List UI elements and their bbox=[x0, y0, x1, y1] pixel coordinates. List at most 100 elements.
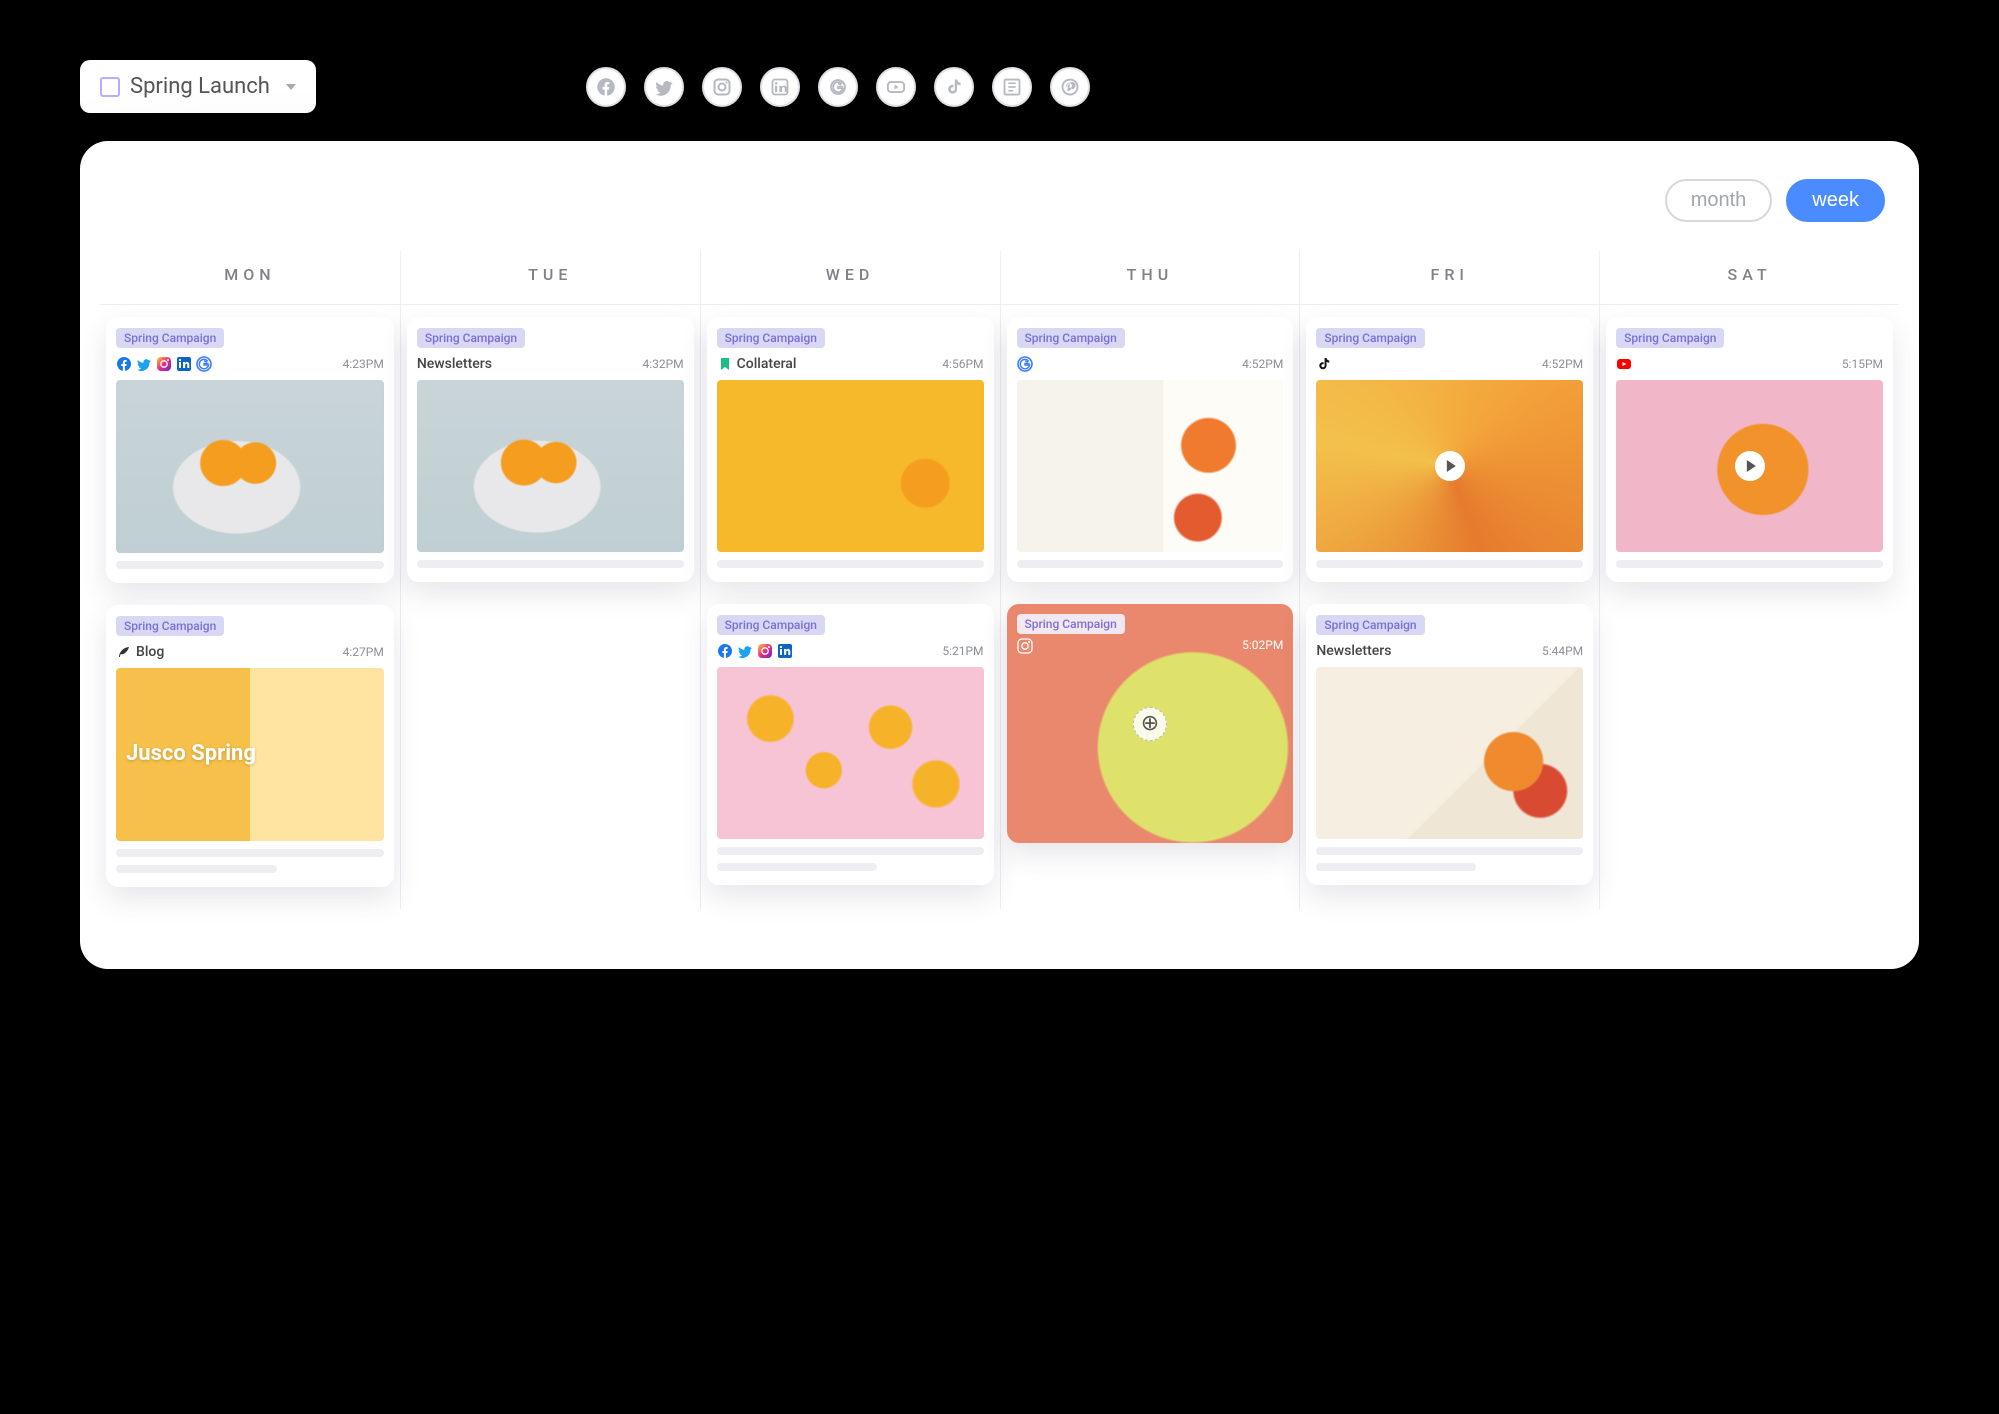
channel-icons bbox=[717, 643, 793, 659]
channel-icons bbox=[1017, 356, 1033, 372]
text-placeholder bbox=[717, 863, 877, 871]
day-column-sat: SAT Spring Campaign 5:15PM bbox=[1599, 251, 1899, 909]
view-week-button[interactable]: week bbox=[1786, 179, 1885, 222]
google-icon[interactable] bbox=[818, 67, 858, 107]
day-heading: FRI bbox=[1300, 251, 1599, 305]
campaign-tag: Spring Campaign bbox=[1017, 328, 1125, 348]
post-time: 4:56PM bbox=[942, 357, 983, 371]
day-column-tue: TUE Spring Campaign Newsletters 4:32PM bbox=[400, 251, 700, 909]
post-card[interactable]: Spring Campaign 4:52PM bbox=[1306, 317, 1593, 582]
post-thumbnail bbox=[417, 380, 684, 552]
text-placeholder bbox=[116, 849, 384, 857]
text-placeholder bbox=[116, 561, 384, 569]
twitter-icon bbox=[737, 643, 753, 659]
post-card[interactable]: Spring Campaign 5:02PM ⊕ bbox=[1007, 604, 1294, 843]
campaign-tag: Spring Campaign bbox=[116, 616, 224, 636]
post-thumbnail bbox=[1316, 667, 1583, 839]
google-icon bbox=[196, 356, 212, 372]
post-thumbnail bbox=[1017, 380, 1284, 552]
project-name: Spring Launch bbox=[130, 74, 270, 99]
post-card[interactable]: Spring Campaign 4:52PM bbox=[1007, 317, 1294, 582]
linkedin-icon[interactable] bbox=[760, 67, 800, 107]
tiktok-icon[interactable] bbox=[934, 67, 974, 107]
campaign-tag: Spring Campaign bbox=[1616, 328, 1724, 348]
post-thumbnail: Jusco Spring bbox=[116, 668, 384, 841]
post-label: Collateral bbox=[737, 356, 797, 372]
day-column-mon: MON Spring Campaign 4:23PM S bbox=[100, 251, 400, 909]
text-placeholder bbox=[1616, 560, 1883, 568]
channel-icons bbox=[116, 356, 212, 372]
facebook-icon[interactable] bbox=[586, 67, 626, 107]
day-column-fri: FRI Spring Campaign 4:52PM Spring Campai… bbox=[1299, 251, 1599, 909]
view-toggle: month week bbox=[1665, 179, 1885, 222]
instagram-icon bbox=[156, 356, 172, 372]
post-card[interactable]: Spring Campaign Collateral 4:56PM bbox=[707, 317, 994, 582]
thumbnail-caption: Jusco Spring bbox=[126, 742, 256, 766]
campaign-tag: Spring Campaign bbox=[1316, 328, 1424, 348]
calendar-board: month week MON Spring Campaign 4:23PM bbox=[80, 141, 1919, 969]
post-time: 4:52PM bbox=[1242, 357, 1283, 371]
day-heading: TUE bbox=[401, 251, 700, 305]
campaign-tag: Spring Campaign bbox=[717, 615, 825, 635]
bookmark-icon bbox=[717, 356, 733, 372]
post-thumbnail bbox=[1316, 380, 1583, 552]
instagram-icon bbox=[1017, 638, 1033, 658]
day-column-wed: WED Spring Campaign Collateral 4:56PM Sp… bbox=[700, 251, 1000, 909]
blog-icon[interactable] bbox=[992, 67, 1032, 107]
post-time: 4:27PM bbox=[343, 645, 384, 659]
post-thumbnail bbox=[717, 380, 984, 552]
twitter-icon[interactable] bbox=[644, 67, 684, 107]
day-heading: SAT bbox=[1600, 251, 1899, 305]
quill-icon bbox=[116, 644, 132, 660]
youtube-icon[interactable] bbox=[876, 67, 916, 107]
day-column-thu: THU Spring Campaign 4:52PM Spring Campai… bbox=[1000, 251, 1300, 909]
post-time: 4:32PM bbox=[642, 357, 683, 371]
post-label: Blog bbox=[136, 644, 164, 660]
post-thumbnail bbox=[717, 667, 984, 839]
youtube-icon bbox=[1616, 356, 1632, 372]
add-post-button[interactable]: ⊕ bbox=[1133, 707, 1167, 741]
post-time: 5:15PM bbox=[1842, 357, 1883, 371]
post-card[interactable]: Spring Campaign 5:15PM bbox=[1606, 317, 1893, 582]
campaign-tag: Spring Campaign bbox=[1017, 614, 1125, 634]
instagram-icon bbox=[757, 643, 773, 659]
post-card[interactable]: Spring Campaign Blog 4:27PM Jusco Spring bbox=[106, 605, 394, 887]
view-month-button[interactable]: month bbox=[1665, 179, 1773, 222]
post-time: 5:21PM bbox=[942, 644, 983, 658]
linkedin-icon bbox=[777, 643, 793, 659]
post-card[interactable]: Spring Campaign 5:21PM bbox=[707, 604, 994, 885]
day-heading: MON bbox=[100, 251, 400, 305]
post-card[interactable]: Spring Campaign Newsletters 5:44PM bbox=[1306, 604, 1593, 885]
channel-icons: Collateral bbox=[717, 356, 797, 372]
post-time: 4:23PM bbox=[343, 357, 384, 371]
channel-icons: Blog bbox=[116, 644, 164, 660]
pinterest-icon[interactable] bbox=[1050, 67, 1090, 107]
post-thumbnail bbox=[116, 380, 384, 553]
facebook-icon bbox=[717, 643, 733, 659]
instagram-icon[interactable] bbox=[702, 67, 742, 107]
post-card[interactable]: Spring Campaign Newsletters 4:32PM bbox=[407, 317, 694, 582]
day-heading: THU bbox=[1001, 251, 1300, 305]
google-icon bbox=[1017, 356, 1033, 372]
campaign-tag: Spring Campaign bbox=[717, 328, 825, 348]
text-placeholder bbox=[1316, 863, 1476, 871]
linkedin-icon bbox=[176, 356, 192, 372]
campaign-tag: Spring Campaign bbox=[1316, 615, 1424, 635]
campaign-tag: Spring Campaign bbox=[417, 328, 525, 348]
post-card[interactable]: Spring Campaign 4:23PM bbox=[106, 317, 394, 583]
text-placeholder bbox=[1316, 560, 1583, 568]
post-time: 5:44PM bbox=[1542, 644, 1583, 658]
post-thumbnail bbox=[1616, 380, 1883, 552]
facebook-icon bbox=[116, 356, 132, 372]
text-placeholder bbox=[1017, 560, 1284, 568]
tiktok-icon bbox=[1316, 356, 1332, 372]
post-time: 5:02PM bbox=[1242, 638, 1283, 652]
post-label: Newsletters bbox=[1316, 643, 1391, 659]
campaign-tag: Spring Campaign bbox=[116, 328, 224, 348]
text-placeholder bbox=[1316, 847, 1583, 855]
text-placeholder bbox=[717, 560, 984, 568]
twitter-icon bbox=[136, 356, 152, 372]
day-heading: WED bbox=[701, 251, 1000, 305]
text-placeholder bbox=[717, 847, 984, 855]
project-selector[interactable]: Spring Launch bbox=[80, 60, 316, 113]
